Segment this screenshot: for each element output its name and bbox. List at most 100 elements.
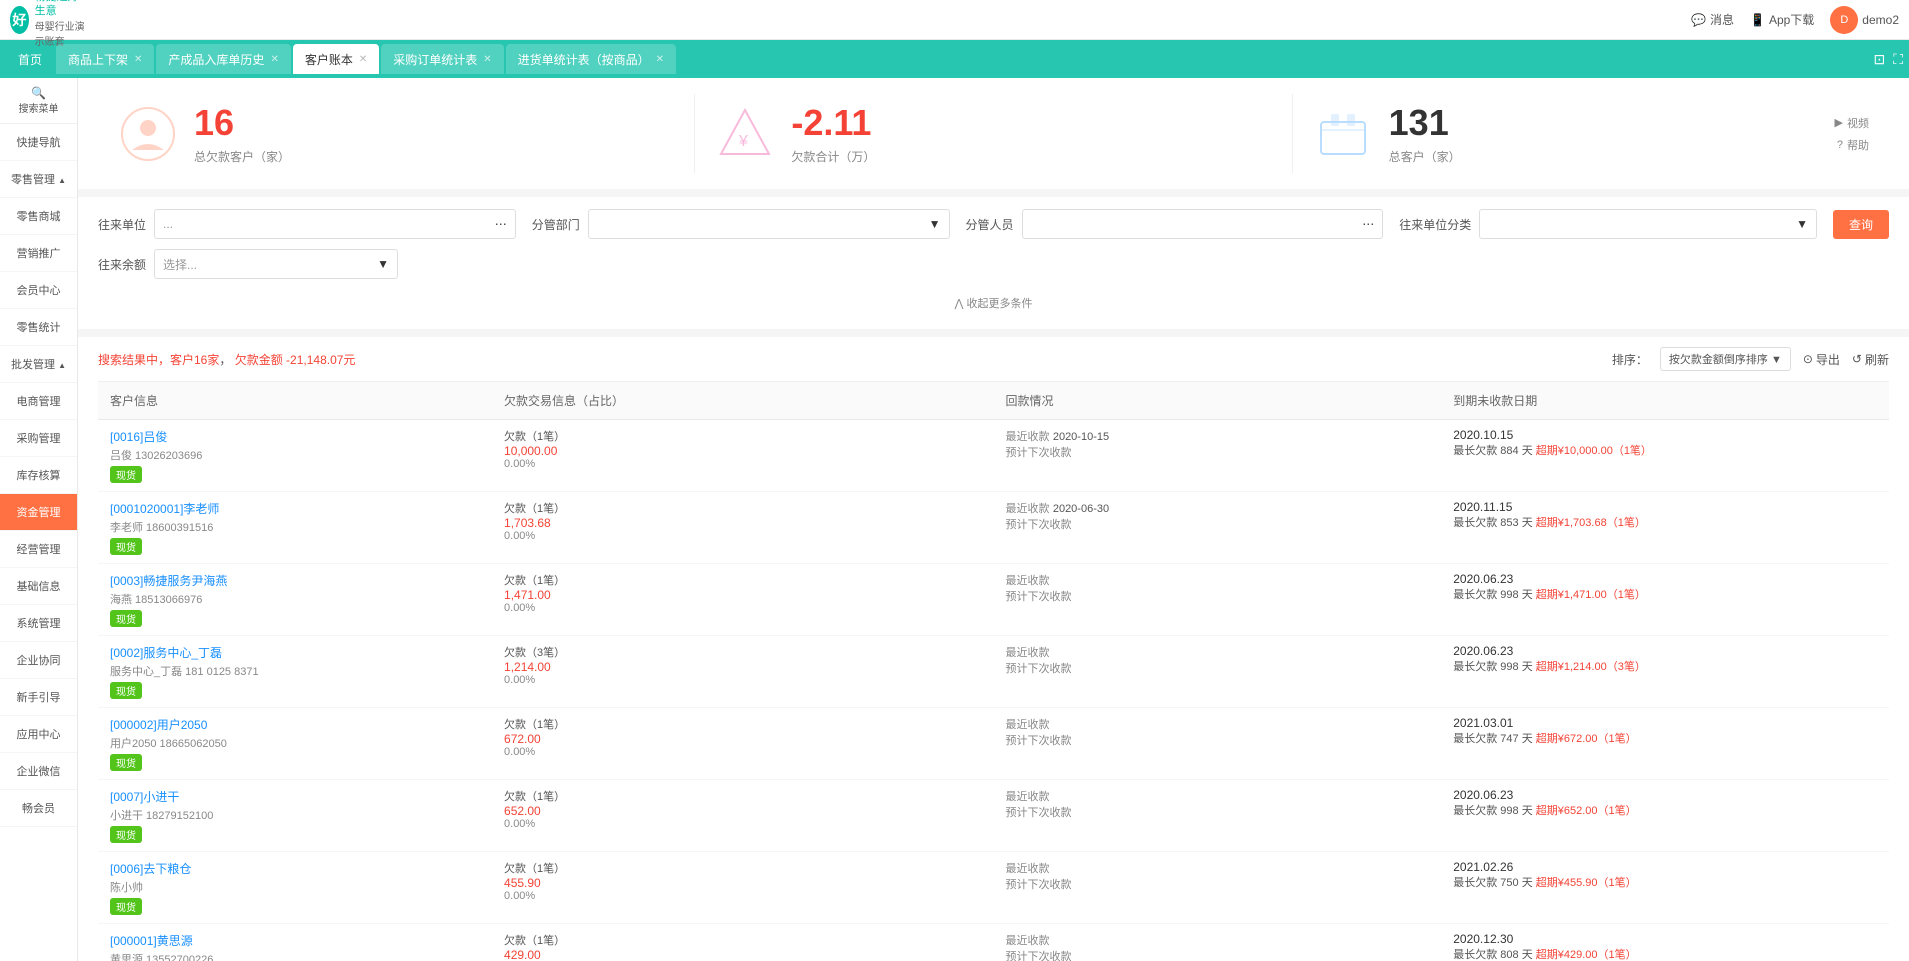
customer-id-3[interactable]: [0002]服务中心_丁磊 [110, 644, 480, 661]
help-icon: ? [1837, 139, 1843, 151]
table-header-bar: 搜索结果中，客户16家， 欠款金额 -21,148.07元 排序： 按欠款金额倒… [98, 337, 1889, 382]
debt-amount-2[interactable]: 1,471.00 [504, 588, 981, 602]
marketing-label: 营销推广 [17, 248, 61, 260]
tab-maximize-btn[interactable]: ⛶ [1893, 51, 1903, 68]
debt-amount-5[interactable]: 652.00 [504, 804, 981, 818]
tab-restore-btn[interactable]: ⊡ [1873, 51, 1885, 68]
overdue-link-1[interactable]: 超期¥1,703.68（1笔） [1536, 517, 1646, 529]
debt-percent-6: 0.00% [504, 890, 981, 902]
sidebar-item-operations[interactable]: 经营管理 [0, 531, 77, 568]
user-area[interactable]: D demo2 [1830, 6, 1899, 34]
tab-purchase-order-close[interactable]: ✕ [483, 54, 491, 65]
tab-product-listing-label: 商品上下架 [68, 51, 128, 68]
sidebar-item-app-center[interactable]: 应用中心 [0, 716, 77, 753]
sidebar-item-system[interactable]: 系统管理 [0, 605, 77, 642]
overdue-link-6[interactable]: 超期¥455.90（1笔） [1536, 877, 1637, 889]
sidebar-item-batch-mgmt[interactable]: 批发管理 ▲ [0, 346, 77, 383]
tab-incoming-stats-close[interactable]: ✕ [656, 54, 664, 65]
sidebar-item-quick-nav[interactable]: 快捷导航 [0, 124, 77, 161]
help-action-btn[interactable]: ? 帮助 [1837, 137, 1869, 153]
sort-dropdown-icon: ▼ [1771, 354, 1782, 366]
collapse-btn[interactable]: ⋀ 收起更多条件 [98, 289, 1889, 317]
balance-field: 往来余额 选择... ▼ [98, 249, 398, 279]
last-collect-label-5: 最近收款 [1005, 788, 1429, 804]
sidebar-item-member[interactable]: 会员中心 [0, 272, 77, 309]
tab-customer-account-close[interactable]: ✕ [359, 54, 367, 65]
tab-product-history[interactable]: 产成品入库单历史 ✕ [156, 44, 290, 74]
tab-product-history-close[interactable]: ✕ [270, 54, 278, 65]
col-header-due: 到期未收款日期 [1441, 382, 1889, 420]
tab-home[interactable]: 首页 [6, 44, 54, 74]
sidebar-item-retail-stats[interactable]: 零售统计 [0, 309, 77, 346]
overdue-link-0[interactable]: 超期¥10,000.00（1笔） [1536, 445, 1652, 457]
refresh-btn[interactable]: ↺ 刷新 [1852, 351, 1889, 368]
overdue-link-4[interactable]: 超期¥672.00（1笔） [1536, 733, 1637, 745]
debt-cell-4: 欠款（1笔） 672.00 0.00% [492, 708, 993, 780]
overdue-link-5[interactable]: 超期¥652.00（1笔） [1536, 805, 1637, 817]
person-input[interactable]: ⋯ [1022, 209, 1384, 239]
debt-amount-7[interactable]: 429.00 [504, 948, 981, 961]
sidebar-item-marketing[interactable]: 营销推广 [0, 235, 77, 272]
dept-select[interactable]: ▼ [588, 209, 950, 239]
customer-cell-1: [0001020001]李老师 李老师 18600391516 现货 [98, 492, 492, 564]
customer-id-4[interactable]: [000002]用户2050 [110, 716, 480, 733]
sidebar-item-super-member[interactable]: 畅会员 [0, 790, 77, 827]
sidebar-item-retail-mgmt[interactable]: 零售管理 ▲ [0, 161, 77, 198]
tab-purchase-order[interactable]: 采购订单统计表 ✕ [381, 44, 503, 74]
tab-incoming-stats[interactable]: 进货单统计表（按商品） ✕ [506, 44, 676, 74]
debt-count-1: 欠款（1笔） [504, 500, 981, 516]
sidebar-item-enterprise-wechat[interactable]: 企业微信 [0, 753, 77, 790]
debt-amount-4[interactable]: 672.00 [504, 732, 981, 746]
customer-id-5[interactable]: [0007]小进干 [110, 788, 480, 805]
unit-category-select[interactable]: ▼ [1479, 209, 1817, 239]
sidebar-item-newbie[interactable]: 新手引导 [0, 679, 77, 716]
overdue-days-2: 最长欠款 998 天 超期¥1,471.00（1笔） [1453, 586, 1877, 602]
status-badge-0: 现货 [110, 466, 142, 483]
overdue-link-3[interactable]: 超期¥1,214.00（3笔） [1536, 661, 1646, 673]
video-action-btn[interactable]: ▶ 视频 [1835, 115, 1869, 131]
balance-select[interactable]: 选择... ▼ [154, 249, 398, 279]
table-row: [0007]小进干 小进干 18279152100 现货 欠款（1笔） 652.… [98, 780, 1889, 852]
customer-id-7[interactable]: [000001]黄思源 [110, 932, 480, 949]
sidebar-item-inventory[interactable]: 库存核算 [0, 457, 77, 494]
message-icon: 💬 [1691, 13, 1706, 27]
export-icon: ⊙ [1803, 352, 1813, 366]
debt-amount-0[interactable]: 10,000.00 [504, 444, 981, 458]
tab-product-listing[interactable]: 商品上下架 ✕ [56, 44, 154, 74]
tab-customer-account[interactable]: 客户账本 ✕ [293, 44, 379, 74]
repay-cell-4: 最近收款 预计下次收款 [993, 708, 1441, 780]
customer-id-2[interactable]: [0003]畅捷服务尹海燕 [110, 572, 480, 589]
debt-amount-content: -2.11 欠款合计（万） [791, 102, 875, 165]
overdue-link-2[interactable]: 超期¥1,471.00（1笔） [1536, 589, 1646, 601]
debt-amount-6[interactable]: 455.90 [504, 876, 981, 890]
search-button[interactable]: 查询 [1833, 210, 1889, 239]
app-download-btn[interactable]: 📱 App下载 [1750, 11, 1814, 28]
source-unit-input[interactable]: ... ⋯ [154, 209, 516, 239]
sidebar-item-finance[interactable]: 资金管理 [0, 494, 77, 531]
batch-mgmt-label: 批发管理 [11, 359, 55, 371]
customer-id-6[interactable]: [0006]去下粮仓 [110, 860, 480, 877]
search-menu-btn[interactable]: 🔍 搜索菜单 [0, 78, 77, 124]
customer-id-0[interactable]: [0016]吕俊 [110, 428, 480, 445]
quick-nav-label: 快捷导航 [17, 137, 61, 149]
sidebar-item-purchase[interactable]: 采购管理 [0, 420, 77, 457]
customer-id-1[interactable]: [0001020001]李老师 [110, 500, 480, 517]
table-area: 搜索结果中，客户16家， 欠款金额 -21,148.07元 排序： 按欠款金额倒… [78, 337, 1909, 961]
message-btn[interactable]: 💬 消息 [1691, 11, 1734, 28]
sidebar-item-retail-store[interactable]: 零售商城 [0, 198, 77, 235]
overdue-link-7[interactable]: 超期¥429.00（1笔） [1536, 949, 1637, 961]
next-collect-label-4: 预计下次收款 [1005, 732, 1429, 748]
debt-percent-5: 0.00% [504, 818, 981, 830]
export-btn[interactable]: ⊙ 导出 [1803, 351, 1840, 368]
unit-category-label: 往来单位分类 [1399, 216, 1471, 233]
sidebar-item-ecommerce[interactable]: 电商管理 [0, 383, 77, 420]
stat-card-debt-amount: ¥ -2.11 欠款合计（万） [694, 94, 1291, 173]
sidebar-item-enterprise-collab[interactable]: 企业协同 [0, 642, 77, 679]
debt-amount-3[interactable]: 1,214.00 [504, 660, 981, 674]
sort-select[interactable]: 按欠款金额倒序排序 ▼ [1660, 347, 1791, 371]
tab-product-listing-close[interactable]: ✕ [134, 54, 142, 65]
member-label: 会员中心 [17, 285, 61, 297]
content-area: 16 总欠款客户（家） ¥ -2.11 欠款合计（万） [78, 78, 1909, 961]
debt-amount-1[interactable]: 1,703.68 [504, 516, 981, 530]
sidebar-item-basic-info[interactable]: 基础信息 [0, 568, 77, 605]
